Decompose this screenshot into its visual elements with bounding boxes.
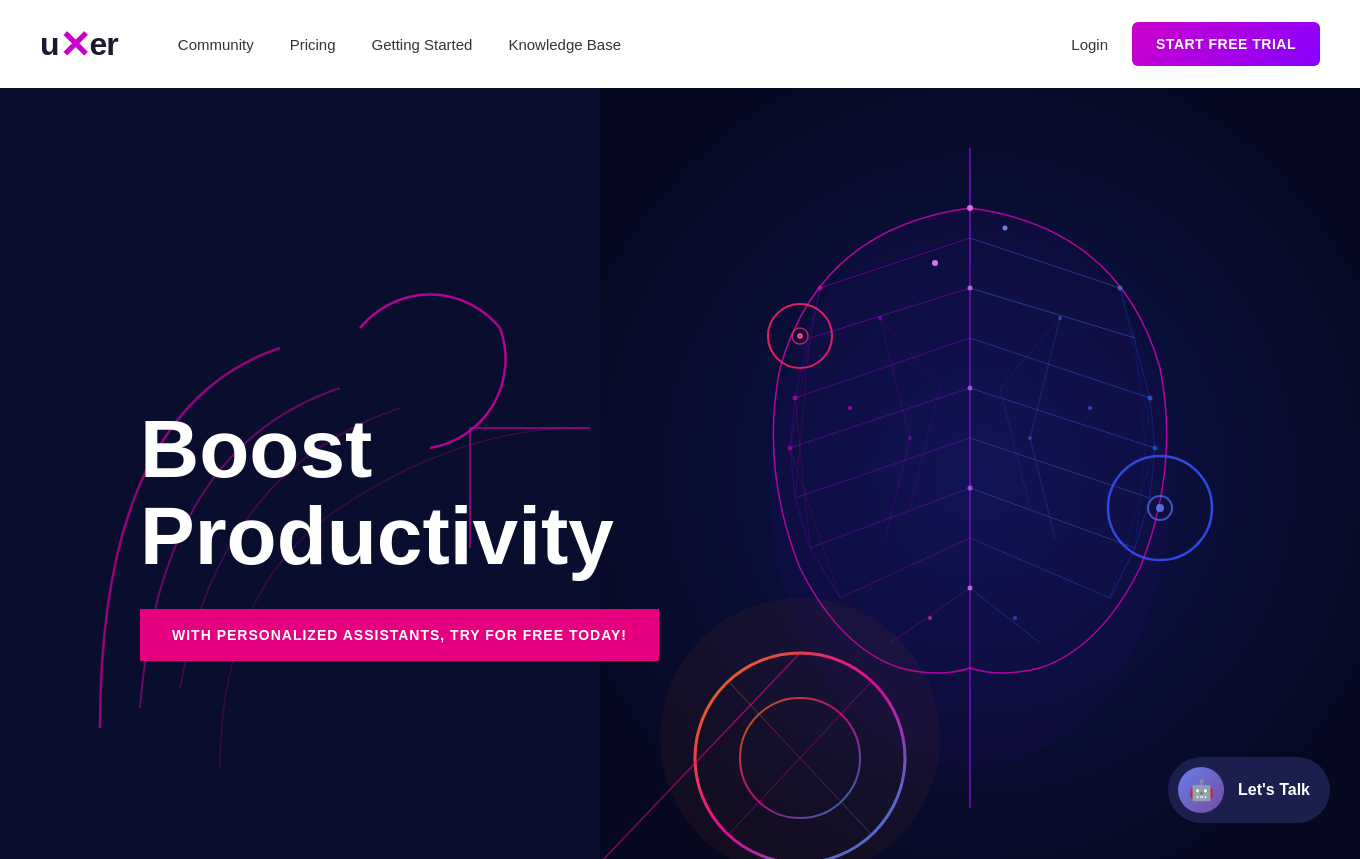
chat-avatar: 🤖 [1178, 767, 1224, 813]
navbar-left: u✕er Community Pricing Getting Started K… [40, 22, 621, 66]
chat-label: Let's Talk [1238, 781, 1310, 799]
hero-title-line2: Productivity [140, 490, 614, 581]
trial-button[interactable]: START FREE TRIAL [1132, 22, 1320, 66]
navbar-right: Login START FREE TRIAL [1071, 22, 1320, 66]
brain-visual-svg [600, 88, 1360, 859]
logo-text-er: er [90, 26, 118, 63]
login-link[interactable]: Login [1071, 36, 1108, 53]
nav-community[interactable]: Community [178, 36, 254, 53]
hero-image-area [600, 88, 1360, 859]
chat-widget[interactable]: 🤖 Let's Talk [1168, 757, 1330, 823]
svg-point-50 [818, 286, 823, 291]
nav-pricing[interactable]: Pricing [290, 36, 336, 53]
nav-links: Community Pricing Getting Started Knowle… [178, 36, 621, 53]
hero-section: Boost Productivity WITH PERSONALIZED ASS… [0, 88, 1360, 859]
nav-knowledge-base[interactable]: Knowledge Base [508, 36, 621, 53]
logo[interactable]: u✕er [40, 22, 118, 66]
svg-point-53 [1118, 286, 1123, 291]
hero-title: Boost Productivity [140, 406, 659, 578]
hero-content: Boost Productivity WITH PERSONALIZED ASS… [140, 406, 659, 660]
logo-x: ✕ [59, 23, 90, 67]
logo-text-u: u [40, 26, 59, 63]
hero-title-line1: Boost [140, 403, 372, 494]
nav-getting-started[interactable]: Getting Started [372, 36, 473, 53]
cta-button[interactable]: WITH PERSONALIZED ASSISTANTS, TRY FOR FR… [140, 609, 659, 661]
chat-avatar-icon: 🤖 [1189, 778, 1214, 802]
navbar: u✕er Community Pricing Getting Started K… [0, 0, 1360, 88]
